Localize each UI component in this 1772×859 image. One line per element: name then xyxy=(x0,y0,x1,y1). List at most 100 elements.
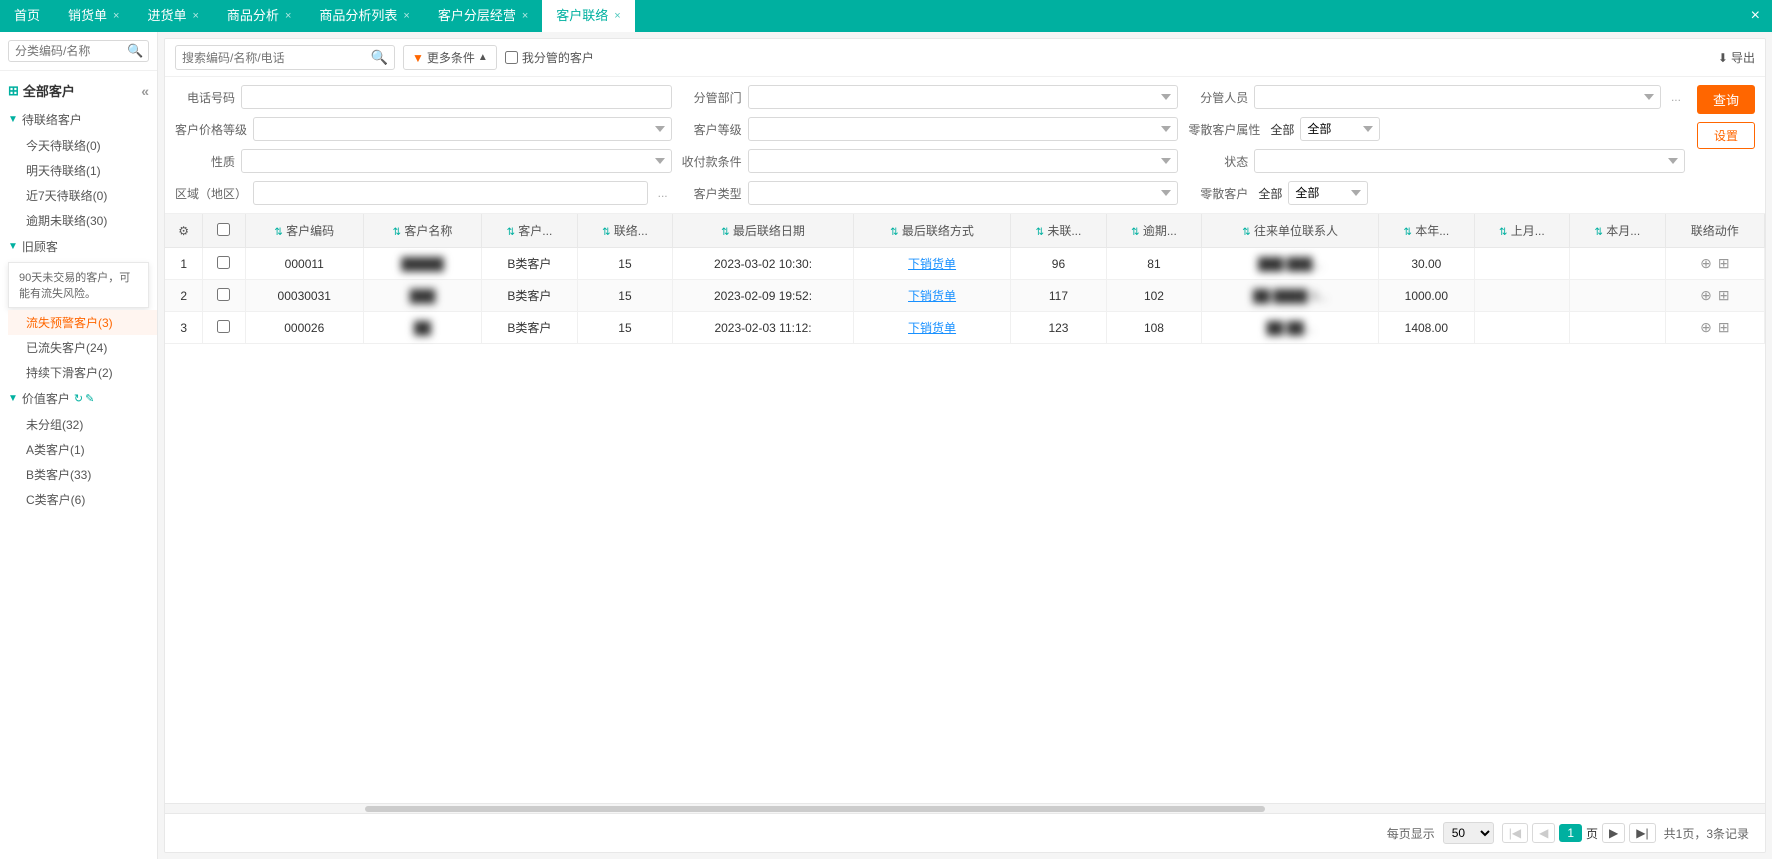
my-customers-check[interactable] xyxy=(505,51,518,64)
close-tab-customer-contact-icon[interactable]: × xyxy=(614,0,620,32)
col-liaison[interactable]: ⇅ 往来单位联系人 xyxy=(1202,214,1379,248)
col-last-date[interactable]: ⇅ 最后联络日期 xyxy=(673,214,854,248)
sidebar-item-class-c[interactable]: C类客户(6) xyxy=(8,487,157,512)
sidebar-item-tomorrow[interactable]: 明天待联络(1) xyxy=(8,158,157,183)
row-last-method[interactable]: 下销货单 xyxy=(853,248,1010,280)
page-size-select[interactable]: 50 100 200 xyxy=(1443,822,1494,844)
close-tab-purchase-icon[interactable]: × xyxy=(192,0,198,32)
toolbar-search-icon[interactable]: 🔍 xyxy=(371,49,388,66)
action-contact-icon[interactable]: ⊕ xyxy=(1700,319,1712,336)
settings-col-header[interactable]: ⚙ xyxy=(165,214,203,248)
close-tab-sales-icon[interactable]: × xyxy=(113,0,119,32)
sidebar-all-customers[interactable]: ⊞ 全部客户 « xyxy=(0,75,157,106)
first-page-button[interactable]: |◀ xyxy=(1502,823,1528,843)
row-last-month xyxy=(1474,312,1570,344)
col-last-method[interactable]: ⇅ 最后联络方式 xyxy=(853,214,1010,248)
payment-select[interactable] xyxy=(748,149,1179,173)
customer-grade-select[interactable] xyxy=(748,117,1179,141)
sidebar-group-old[interactable]: ▼ 旧顾客 xyxy=(0,233,157,260)
col-year-amount[interactable]: ⇅ 本年... xyxy=(1379,214,1475,248)
row-type: B类客户 xyxy=(482,312,578,344)
scatter-attr-select[interactable]: 全部 xyxy=(1300,117,1380,141)
sidebar-item-ungrouped[interactable]: 未分组(32) xyxy=(8,412,157,437)
settings-button[interactable]: 设置 xyxy=(1697,122,1755,149)
action-more-icon[interactable]: ⊞ xyxy=(1718,319,1730,336)
row-checkbox[interactable] xyxy=(217,256,230,269)
sidebar-item-overdue[interactable]: 逾期未联络(30) xyxy=(8,208,157,233)
action-contact-icon[interactable]: ⊕ xyxy=(1700,255,1712,272)
col-code[interactable]: ⇅ 客户编码 xyxy=(245,214,363,248)
sidebar-item-declining[interactable]: 持续下滑客户(2) xyxy=(8,360,157,385)
prev-page-button[interactable]: ◀ xyxy=(1532,823,1555,843)
horizontal-scrollbar[interactable] xyxy=(165,803,1765,813)
action-contact-icon[interactable]: ⊕ xyxy=(1700,287,1712,304)
nature-select[interactable] xyxy=(241,149,672,173)
edit-icon[interactable]: ✎ xyxy=(85,392,94,405)
row-last-method[interactable]: 下销货单 xyxy=(853,312,1010,344)
close-tab-product-analysis-list-icon[interactable]: × xyxy=(403,0,409,32)
sidebar-group-pending[interactable]: ▼ 待联络客户 xyxy=(0,106,157,133)
tab-home[interactable]: 首页 xyxy=(0,0,54,32)
checkbox-col-header[interactable] xyxy=(203,214,245,248)
search-button[interactable]: 查询 xyxy=(1697,85,1755,114)
col-name[interactable]: ⇅ 客户名称 xyxy=(363,214,481,248)
tab-customer-tier[interactable]: 客户分层经营 × xyxy=(424,0,542,32)
region-more-icon[interactable]: ... xyxy=(654,186,672,200)
tab-product-analysis-list[interactable]: 商品分析列表 × xyxy=(305,0,423,32)
close-tab-product-analysis-icon[interactable]: × xyxy=(285,0,291,32)
search-input[interactable] xyxy=(182,51,371,65)
sidebar-pending-items: 今天待联络(0) 明天待联络(1) 近7天待联络(0) 逾期未联络(30) xyxy=(0,133,157,233)
more-filter-button[interactable]: ▼ 更多条件 ▲ xyxy=(403,45,497,70)
col-settings-icon[interactable]: ⚙ xyxy=(178,224,189,238)
close-tab-customer-tier-icon[interactable]: × xyxy=(522,0,528,32)
sidebar-group-value[interactable]: ▼ 价值客户 ↻ ✎ xyxy=(0,385,157,412)
col-uncontact[interactable]: ⇅ 未联... xyxy=(1011,214,1107,248)
dept-select[interactable] xyxy=(748,85,1179,109)
row-checkbox-cell[interactable] xyxy=(203,312,245,344)
col-contact-count[interactable]: ⇅ 联络... xyxy=(577,214,673,248)
row-checkbox-cell[interactable] xyxy=(203,248,245,280)
sort-icon-type: ⇅ xyxy=(507,227,515,238)
sidebar-collapse-icon[interactable]: « xyxy=(141,83,149,99)
phone-input[interactable] xyxy=(241,85,672,109)
window-close-button[interactable]: × xyxy=(1739,7,1772,25)
filter-nature: 性质 xyxy=(175,149,672,173)
sort-icon-last-month: ⇅ xyxy=(1499,227,1507,238)
row-checkbox-cell[interactable] xyxy=(203,280,245,312)
tab-sales[interactable]: 销货单 × xyxy=(54,0,133,32)
sidebar-item-churned[interactable]: 已流失客户(24) xyxy=(8,335,157,360)
action-more-icon[interactable]: ⊞ xyxy=(1718,255,1730,272)
row-last-method[interactable]: 下销货单 xyxy=(853,280,1010,312)
person-more-icon[interactable]: ... xyxy=(1667,90,1685,104)
sidebar-item-today[interactable]: 今天待联络(0) xyxy=(8,133,157,158)
select-all-checkbox[interactable] xyxy=(217,223,230,236)
scatter-customer-select[interactable]: 全部 xyxy=(1288,181,1368,205)
action-more-icon[interactable]: ⊞ xyxy=(1718,287,1730,304)
col-type[interactable]: ⇅ 客户... xyxy=(482,214,578,248)
col-overdue[interactable]: ⇅ 逾期... xyxy=(1106,214,1202,248)
col-this-month[interactable]: ⇅ 本月... xyxy=(1570,214,1666,248)
sidebar-item-class-a[interactable]: A类客户(1) xyxy=(8,437,157,462)
my-customers-checkbox[interactable]: 我分管的客户 xyxy=(505,49,594,66)
scrollbar-thumb[interactable] xyxy=(365,806,1265,812)
row-checkbox[interactable] xyxy=(217,320,230,333)
tab-product-analysis[interactable]: 商品分析 × xyxy=(213,0,305,32)
export-button[interactable]: ⬇ 导出 xyxy=(1718,49,1755,66)
filter-row-4: 区域（地区） ... 客户类型 零散客户 全部 全部 xyxy=(175,181,1685,205)
region-input[interactable] xyxy=(253,181,648,205)
last-page-button[interactable]: ▶| xyxy=(1629,823,1655,843)
price-grade-select[interactable] xyxy=(253,117,672,141)
tab-purchase[interactable]: 进货单 × xyxy=(133,0,212,32)
refresh-icon[interactable]: ↻ xyxy=(74,392,83,405)
tab-customer-contact[interactable]: 客户联络 × xyxy=(542,0,634,32)
row-checkbox[interactable] xyxy=(217,288,230,301)
customer-type-select[interactable] xyxy=(748,181,1179,205)
col-last-month[interactable]: ⇅ 上月... xyxy=(1474,214,1570,248)
sidebar-item-churn-warning[interactable]: 流失预警客户(3) xyxy=(8,310,157,335)
sidebar-item-7days[interactable]: 近7天待联络(0) xyxy=(8,183,157,208)
status-select[interactable] xyxy=(1254,149,1685,173)
sidebar-item-class-b[interactable]: B类客户(33) xyxy=(8,462,157,487)
filter-price-grade: 客户价格等级 xyxy=(175,117,672,141)
next-page-button[interactable]: ▶ xyxy=(1602,823,1625,843)
person-select[interactable] xyxy=(1254,85,1661,109)
